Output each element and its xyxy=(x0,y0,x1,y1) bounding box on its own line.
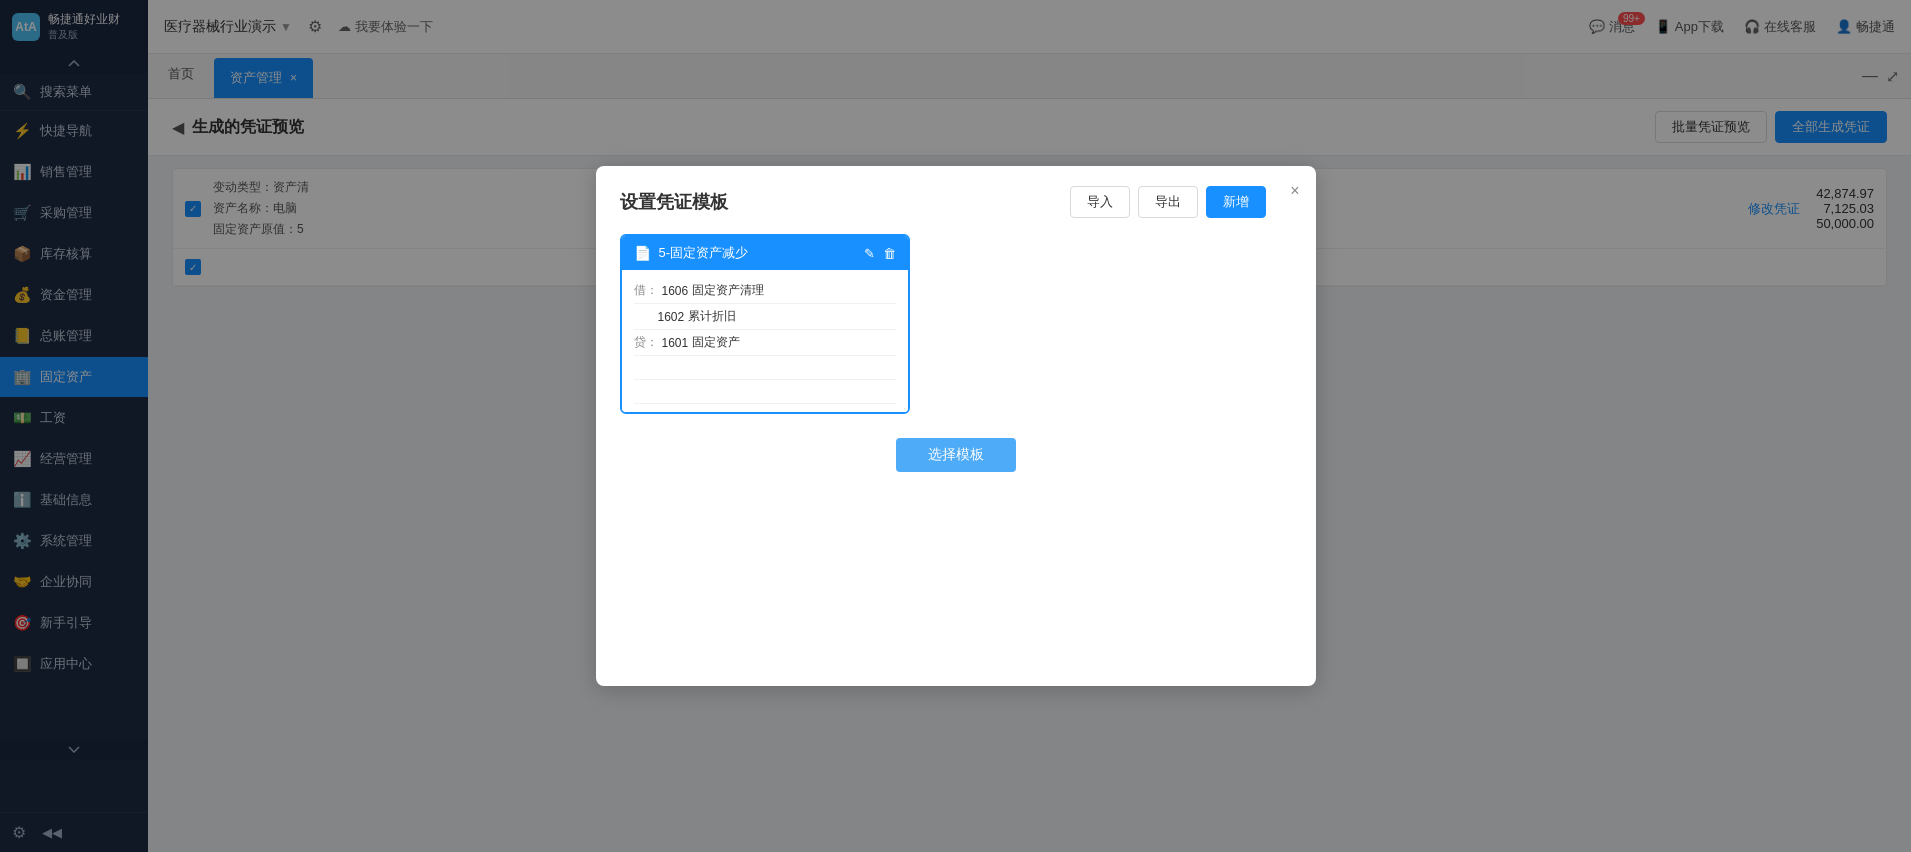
select-template-container: 选择模板 xyxy=(620,438,1292,472)
template-card[interactable]: 📄 5-固定资产减少 ✎ 🗑 借： 1606 固定资产清理 160 xyxy=(620,234,910,414)
credit-line-1: 贷： 1601 固定资产 xyxy=(634,330,896,356)
export-button[interactable]: 导出 xyxy=(1138,186,1198,218)
debit-line-1: 借： 1606 固定资产清理 xyxy=(634,278,896,304)
new-template-button[interactable]: 新增 xyxy=(1206,186,1266,218)
dialog-close-button[interactable]: × xyxy=(1290,182,1299,200)
template-card-title: 5-固定资产减少 xyxy=(659,244,864,262)
template-edit-icon[interactable]: ✎ xyxy=(864,246,875,261)
template-card-actions: ✎ 🗑 xyxy=(864,246,896,261)
dialog-action-buttons: 导入 导出 新增 xyxy=(1070,186,1266,218)
import-button[interactable]: 导入 xyxy=(1070,186,1130,218)
template-card-body: 借： 1606 固定资产清理 1602 累计折旧 贷： 1601 固定资产 xyxy=(622,270,908,412)
debit-line-2: 1602 累计折旧 xyxy=(634,304,896,330)
template-empty-row-1 xyxy=(634,356,896,380)
dialog: × 设置凭证模板 导入 导出 新增 📄 5-固定资产减少 ✎ 🗑 xyxy=(596,166,1316,686)
template-card-doc-icon: 📄 xyxy=(634,245,651,261)
dialog-overlay: × 设置凭证模板 导入 导出 新增 📄 5-固定资产减少 ✎ 🗑 xyxy=(0,0,1911,852)
template-empty-row-2 xyxy=(634,380,896,404)
select-template-button[interactable]: 选择模板 xyxy=(896,438,1016,472)
template-card-header: 📄 5-固定资产减少 ✎ 🗑 xyxy=(622,236,908,270)
template-delete-icon[interactable]: 🗑 xyxy=(883,246,896,261)
